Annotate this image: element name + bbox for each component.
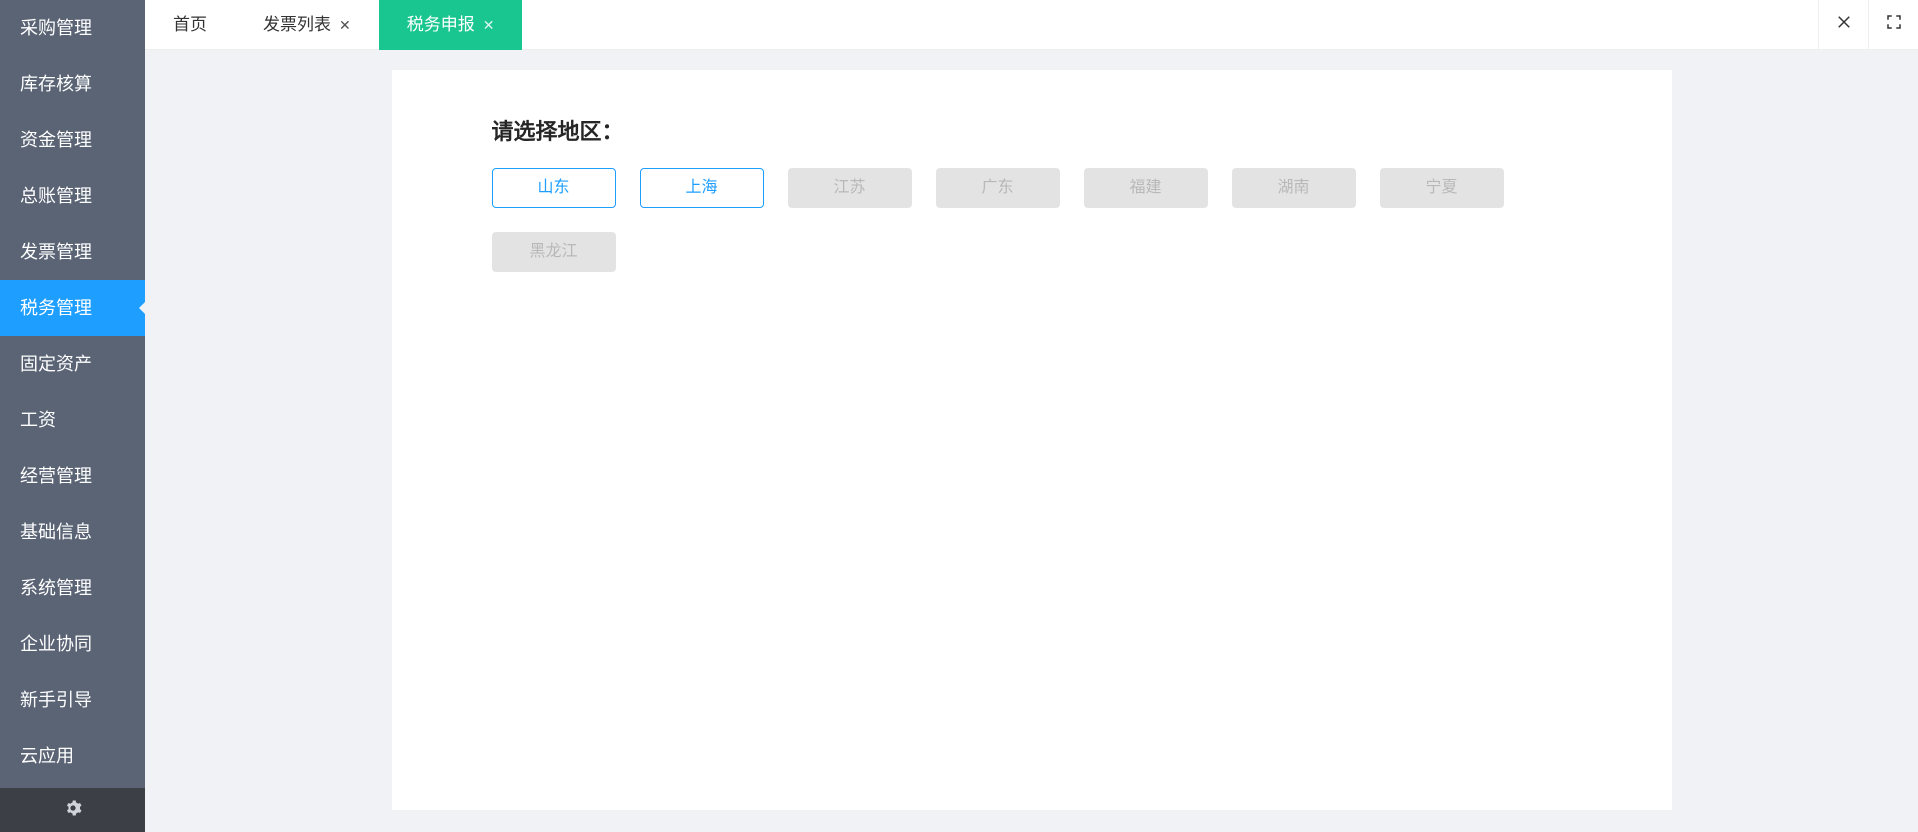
- region-button-heilongjiang[interactable]: 黑龙江: [492, 232, 616, 272]
- region-button-hunan[interactable]: 湖南: [1232, 168, 1356, 208]
- region-select-title: 请选择地区：: [492, 114, 1572, 146]
- gear-icon: [64, 799, 82, 822]
- sidebar: 采购管理 库存核算 资金管理 总账管理 发票管理 税务管理 固定资产 工资 经营…: [0, 0, 145, 832]
- sidebar-item-label: 发票管理: [20, 242, 92, 262]
- sidebar-item-inventory[interactable]: 库存核算: [0, 56, 145, 112]
- sidebar-item-label: 基础信息: [20, 522, 92, 542]
- tab-home[interactable]: 首页: [145, 0, 235, 50]
- sidebar-item-system[interactable]: 系统管理: [0, 560, 145, 616]
- close-icon: [1835, 13, 1853, 36]
- sidebar-settings-button[interactable]: [0, 788, 145, 832]
- sidebar-item-salary[interactable]: 工资: [0, 392, 145, 448]
- main-content: 请选择地区： 山东 上海 江苏 广东 福建 湖南 宁夏 黑龙江: [145, 50, 1918, 832]
- header-controls: [1818, 0, 1918, 50]
- sidebar-item-label: 企业协同: [20, 634, 92, 654]
- sidebar-menu: 采购管理 库存核算 资金管理 总账管理 发票管理 税务管理 固定资产 工资 经营…: [0, 0, 145, 788]
- sidebar-item-label: 税务管理: [20, 298, 92, 318]
- region-label: 湖南: [1277, 179, 1309, 196]
- sidebar-item-ledger[interactable]: 总账管理: [0, 168, 145, 224]
- region-label: 江苏: [833, 179, 865, 196]
- sidebar-item-tax[interactable]: 税务管理: [0, 280, 145, 336]
- sidebar-item-purchase[interactable]: 采购管理: [0, 0, 145, 56]
- region-label: 福建: [1129, 179, 1161, 196]
- region-button-ningxia[interactable]: 宁夏: [1380, 168, 1504, 208]
- region-button-shandong[interactable]: 山东: [492, 168, 616, 208]
- sidebar-item-guide[interactable]: 新手引导: [0, 672, 145, 728]
- sidebar-item-label: 库存核算: [20, 74, 92, 94]
- close-tabs-button[interactable]: [1818, 0, 1868, 49]
- region-button-guangdong[interactable]: 广东: [936, 168, 1060, 208]
- tab-bar: 首页 发票列表 ✕ 税务申报 ✕: [145, 0, 1868, 50]
- fullscreen-button[interactable]: [1868, 0, 1918, 49]
- region-button-fujian[interactable]: 福建: [1084, 168, 1208, 208]
- region-grid: 山东 上海 江苏 广东 福建 湖南 宁夏 黑龙江: [492, 168, 1572, 272]
- tab-label: 税务申报: [407, 0, 475, 50]
- region-button-shanghai[interactable]: 上海: [640, 168, 764, 208]
- sidebar-item-basic-info[interactable]: 基础信息: [0, 504, 145, 560]
- region-label: 广东: [981, 179, 1013, 196]
- region-button-jiangsu[interactable]: 江苏: [788, 168, 912, 208]
- region-label: 宁夏: [1425, 179, 1457, 196]
- region-card: 请选择地区： 山东 上海 江苏 广东 福建 湖南 宁夏 黑龙江: [392, 70, 1672, 810]
- region-label: 山东: [537, 179, 569, 196]
- sidebar-item-enterprise[interactable]: 企业协同: [0, 616, 145, 672]
- fullscreen-icon: [1885, 13, 1903, 36]
- region-label: 上海: [685, 179, 717, 196]
- tab-label: 首页: [173, 0, 207, 50]
- sidebar-item-label: 资金管理: [20, 130, 92, 150]
- region-label: 黑龙江: [529, 243, 577, 260]
- sidebar-item-label: 固定资产: [20, 354, 92, 374]
- sidebar-item-fixed-assets[interactable]: 固定资产: [0, 336, 145, 392]
- sidebar-item-label: 总账管理: [20, 186, 92, 206]
- sidebar-item-label: 采购管理: [20, 18, 92, 38]
- sidebar-item-label: 系统管理: [20, 578, 92, 598]
- tab-invoice-list[interactable]: 发票列表 ✕: [235, 0, 379, 50]
- close-icon[interactable]: ✕: [339, 18, 351, 32]
- sidebar-item-invoice[interactable]: 发票管理: [0, 224, 145, 280]
- tab-tax-report[interactable]: 税务申报 ✕: [379, 0, 523, 50]
- sidebar-item-label: 工资: [20, 410, 56, 430]
- sidebar-item-funds[interactable]: 资金管理: [0, 112, 145, 168]
- sidebar-item-label: 云应用: [20, 746, 74, 766]
- sidebar-item-operation[interactable]: 经营管理: [0, 448, 145, 504]
- tab-label: 发票列表: [263, 0, 331, 50]
- close-icon[interactable]: ✕: [483, 18, 495, 32]
- sidebar-item-label: 经营管理: [20, 466, 92, 486]
- sidebar-item-label: 新手引导: [20, 690, 92, 710]
- sidebar-item-cloud[interactable]: 云应用: [0, 728, 145, 784]
